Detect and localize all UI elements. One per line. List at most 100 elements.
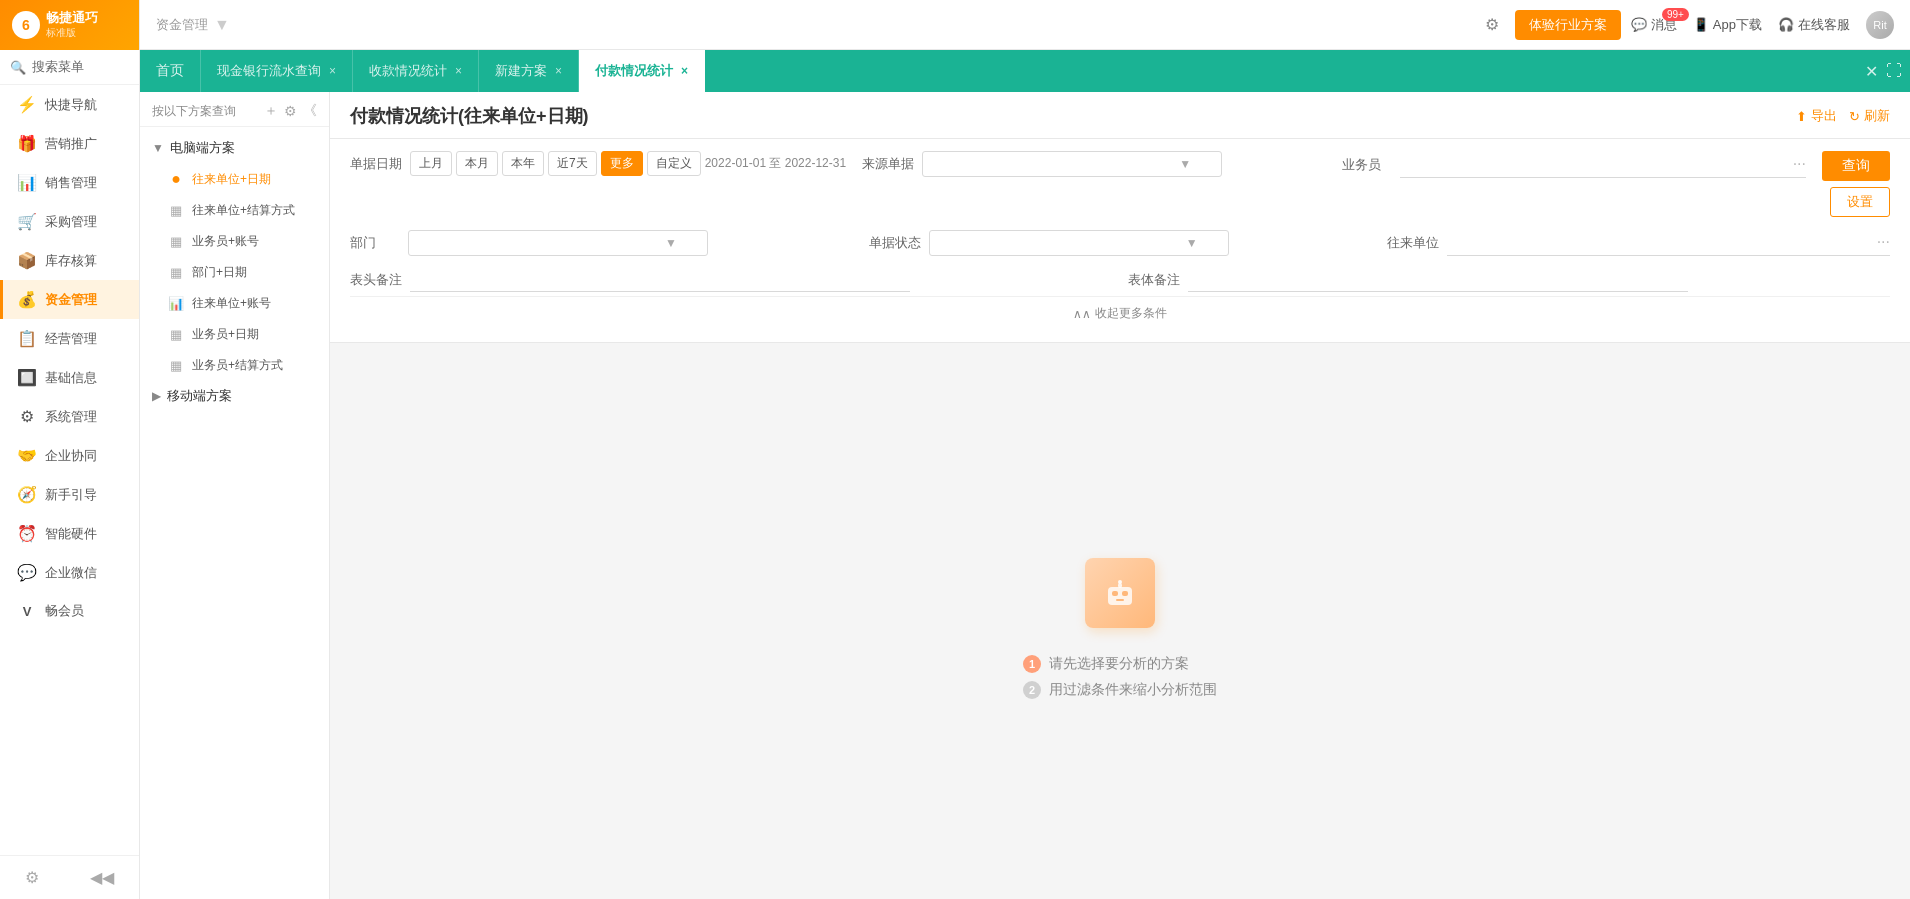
sidebar-item-hardware[interactable]: ⏰ 智能硬件 <box>0 514 139 553</box>
search-menu[interactable]: 🔍 搜索菜单 <box>0 50 139 85</box>
member-icon: V <box>17 604 37 619</box>
more-btn[interactable]: 更多 <box>601 151 643 176</box>
this-month-btn[interactable]: 本月 <box>456 151 498 176</box>
scheme-item-label: 往来单位+结算方式 <box>192 202 295 219</box>
query-button[interactable]: 查询 <box>1822 151 1890 181</box>
scheme-header-title: 按以下方案查询 <box>152 103 236 120</box>
scheme-item-label: 部门+日期 <box>192 264 247 281</box>
scheme-item-dept-date[interactable]: ▦ 部门+日期 <box>140 257 329 288</box>
dept-select[interactable]: ▼ <box>408 230 708 256</box>
tab-spacer <box>705 50 1857 92</box>
headset-icon: 🎧 <box>1778 17 1794 32</box>
scheme-group-desktop-header[interactable]: ▼ 电脑端方案 <box>140 133 329 163</box>
sidebar-item-wechat[interactable]: 💬 企业微信 <box>0 553 139 592</box>
this-year-btn[interactable]: 本年 <box>502 151 544 176</box>
sidebar-item-sales[interactable]: 📊 销售管理 <box>0 163 139 202</box>
collapse-sidebar-icon[interactable]: ◀◀ <box>82 864 122 891</box>
tab-payment[interactable]: 付款情况统计 × <box>579 50 705 92</box>
sidebar-footer: ⚙ ◀◀ <box>0 855 139 899</box>
scheme-item-unit-account[interactable]: 📊 往来单位+账号 <box>140 288 329 319</box>
company-icon: 🤝 <box>17 446 37 465</box>
tab-home[interactable]: 首页 <box>140 50 201 92</box>
sidebar-item-basic[interactable]: 🔲 基础信息 <box>0 358 139 397</box>
scheme-group-mobile-header[interactable]: ▶ 移动端方案 <box>140 381 329 411</box>
settings-icon[interactable]: ⚙ <box>17 864 47 891</box>
app-download-button[interactable]: 📱 App下载 <box>1693 16 1762 34</box>
export-button[interactable]: ⬆ 导出 <box>1796 107 1837 125</box>
collapse-more-button[interactable]: ∧∧ 收起更多条件 <box>350 296 1890 330</box>
add-scheme-button[interactable]: ＋ <box>264 102 278 120</box>
notification-icon: 💬 <box>1631 17 1647 32</box>
online-service-button[interactable]: 🎧 在线客服 <box>1778 16 1850 34</box>
scheme-settings-icon[interactable]: ⚙ <box>284 103 297 119</box>
robot-svg <box>1100 573 1140 613</box>
dept-label: 部门 <box>350 234 400 252</box>
active-scheme-icon: ● <box>168 170 184 188</box>
gear-icon[interactable]: ⚙ <box>1485 15 1499 34</box>
filter-area: 单据日期 上月 本月 本年 近7天 更多 自定义 2022-01-01 至 20… <box>330 139 1910 343</box>
scheme-item-unit-settle[interactable]: ▦ 往来单位+结算方式 <box>140 195 329 226</box>
sales-icon: 📊 <box>17 173 37 192</box>
capital-icon: 💰 <box>17 290 37 309</box>
note-header-input[interactable] <box>410 268 910 292</box>
close-window-icon[interactable]: ✕ <box>1865 62 1878 81</box>
scheme-header: 按以下方案查询 ＋ ⚙ 《 <box>140 92 329 127</box>
svg-rect-3 <box>1116 599 1124 601</box>
refresh-button[interactable]: ↻ 刷新 <box>1849 107 1890 125</box>
empty-box-icon <box>1085 558 1155 628</box>
empty-hint-2: 2 用过滤条件来缩小分析范围 <box>1023 681 1217 699</box>
source-select[interactable]: ▼ <box>922 151 1222 177</box>
tab-close-icon[interactable]: × <box>329 64 336 78</box>
tab-receipt[interactable]: 收款情况统计 × <box>353 50 479 92</box>
notification-badge: 99+ <box>1662 8 1689 21</box>
sidebar-item-company[interactable]: 🤝 企业协同 <box>0 436 139 475</box>
date-label: 单据日期 <box>350 155 402 173</box>
sidebar-item-purchase[interactable]: 🛒 采购管理 <box>0 202 139 241</box>
table-icon: ▦ <box>168 265 184 280</box>
tab-bank[interactable]: 现金银行流水查询 × <box>201 50 353 92</box>
scheme-item-staff-settle[interactable]: ▦ 业务员+结算方式 <box>140 350 329 381</box>
counterparty-input[interactable]: ··· <box>1447 229 1890 256</box>
trial-button[interactable]: 体验行业方案 <box>1515 10 1621 40</box>
custom-date-btn[interactable]: 自定义 <box>647 151 701 176</box>
sidebar-item-label: 经营管理 <box>45 330 97 348</box>
sidebar-item-system[interactable]: ⚙ 系统管理 <box>0 397 139 436</box>
sidebar-item-marketing[interactable]: 🎁 营销推广 <box>0 124 139 163</box>
tab-new-scheme[interactable]: 新建方案 × <box>479 50 579 92</box>
maximize-window-icon[interactable]: ⛶ <box>1886 62 1902 80</box>
scheme-item-label: 业务员+结算方式 <box>192 357 283 374</box>
sidebar-item-operation[interactable]: 📋 经营管理 <box>0 319 139 358</box>
staff-input[interactable]: ··· <box>1400 151 1806 178</box>
scheme-group-mobile: ▶ 移动端方案 <box>140 381 329 411</box>
scheme-item-staff-date[interactable]: ▦ 业务员+日期 <box>140 319 329 350</box>
last-7days-btn[interactable]: 近7天 <box>548 151 597 176</box>
sidebar-item-guide[interactable]: 🧭 新手引导 <box>0 475 139 514</box>
content-area: 付款情况统计(往来单位+日期) ⬆ 导出 ↻ 刷新 <box>330 92 1910 899</box>
user-avatar[interactable]: Rit <box>1866 11 1894 39</box>
scheme-item-staff-account[interactable]: ▦ 业务员+账号 <box>140 226 329 257</box>
scheme-item-unit-date[interactable]: ● 往来单位+日期 <box>140 163 329 195</box>
sidebar-item-label: 企业微信 <box>45 564 97 582</box>
sidebar-item-quick-nav[interactable]: ⚡ 快捷导航 <box>0 85 139 124</box>
sidebar-item-member[interactable]: V 畅会员 <box>0 592 139 630</box>
sidebar-item-inventory[interactable]: 📦 库存核算 <box>0 241 139 280</box>
page-body: 按以下方案查询 ＋ ⚙ 《 ▼ 电脑端方案 ● 往来单位+日期 <box>140 92 1910 899</box>
scheme-content: ▼ 电脑端方案 ● 往来单位+日期 ▦ 往来单位+结算方式 ▦ 业务员+账号 <box>140 127 329 899</box>
date-range-text: 2022-01-01 至 2022-12-31 <box>705 155 846 172</box>
collapse-scheme-icon[interactable]: 《 <box>303 102 317 120</box>
sidebar-item-label: 智能硬件 <box>45 525 97 543</box>
status-select[interactable]: ▼ <box>929 230 1229 256</box>
tab-close-icon[interactable]: × <box>681 64 688 78</box>
tab-close-icon[interactable]: × <box>555 64 562 78</box>
sidebar-nav: ⚡ 快捷导航 🎁 营销推广 📊 销售管理 🛒 采购管理 📦 库存核算 💰 资金管… <box>0 85 139 855</box>
settings-button[interactable]: 设置 <box>1830 187 1890 217</box>
status-chevron-icon: ▼ <box>1186 236 1198 250</box>
notification-button[interactable]: 💬 消息 99+ <box>1631 16 1677 34</box>
last-month-btn[interactable]: 上月 <box>410 151 452 176</box>
sidebar-item-capital[interactable]: 💰 资金管理 <box>0 280 139 319</box>
tab-close-icon[interactable]: × <box>455 64 462 78</box>
empty-hints: 1 请先选择要分析的方案 2 用过滤条件来缩小分析范围 <box>1023 655 1217 699</box>
sidebar-item-label: 企业协同 <box>45 447 97 465</box>
search-menu-label: 搜索菜单 <box>32 58 84 76</box>
note-body-input[interactable] <box>1188 268 1688 292</box>
